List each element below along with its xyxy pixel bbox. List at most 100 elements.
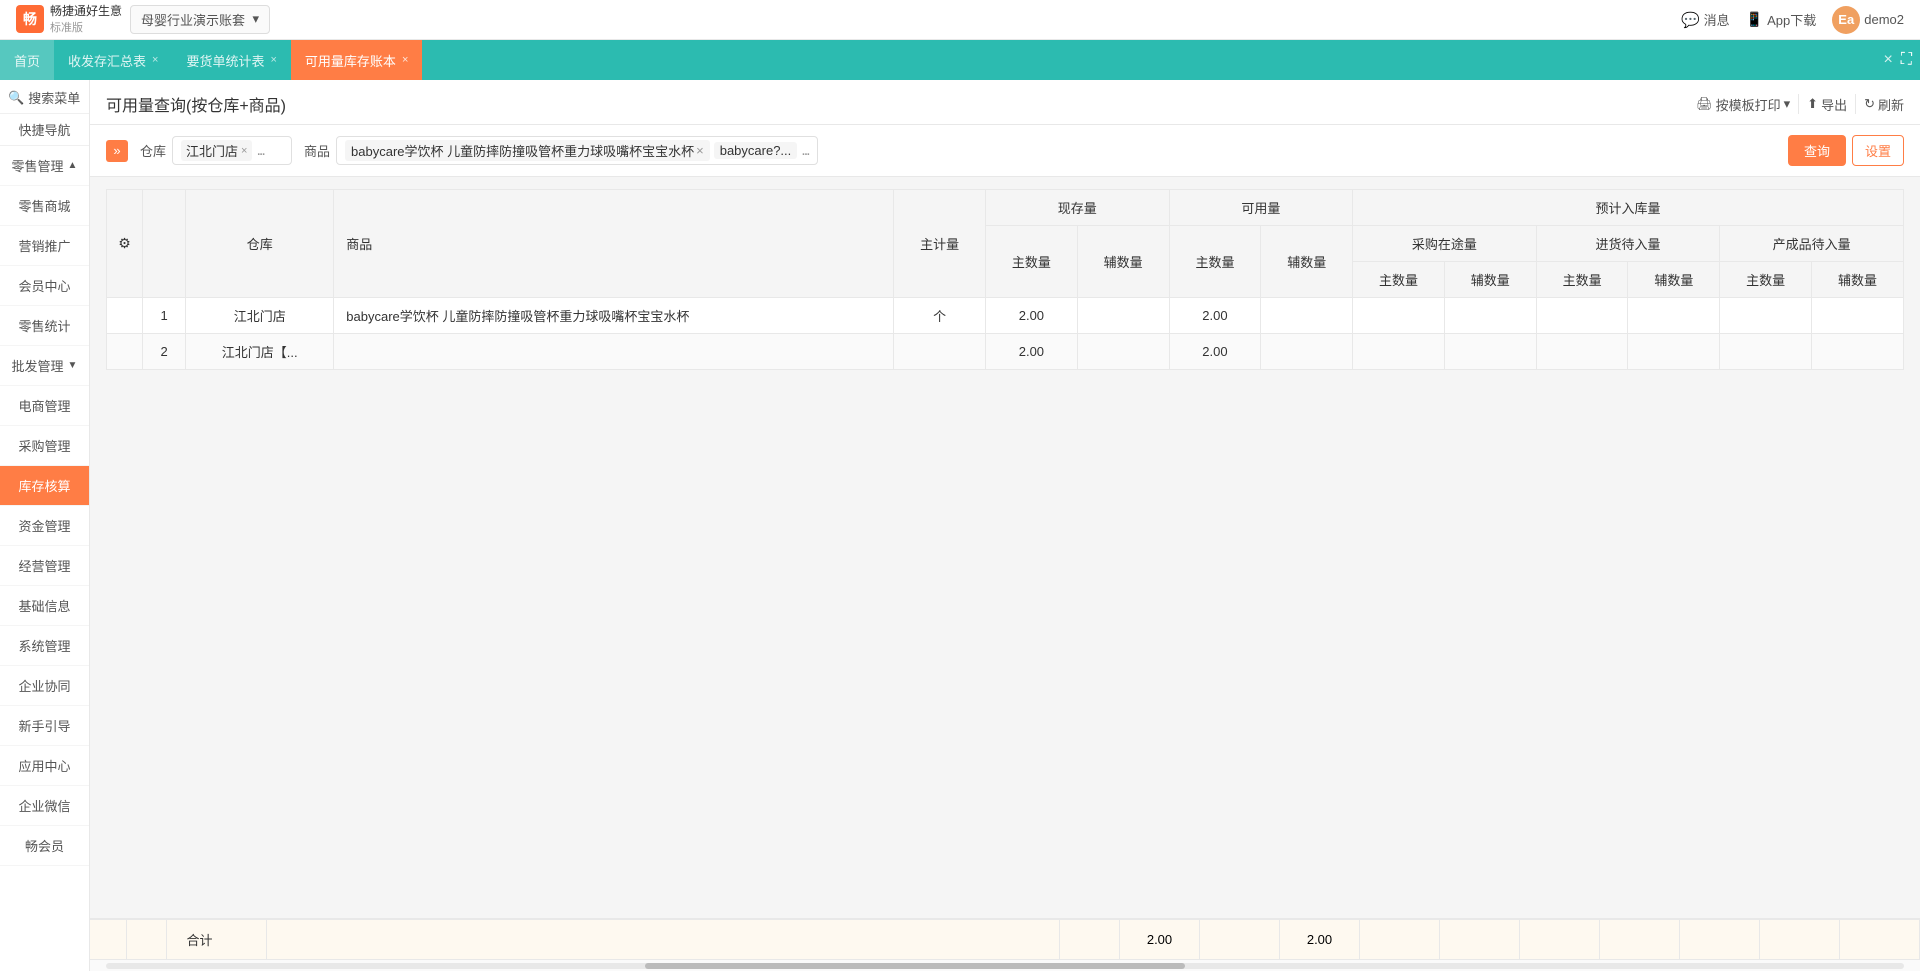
row1-prod-pending-main: [1720, 298, 1812, 334]
th-pur-transit-aux: 辅数量: [1444, 262, 1536, 298]
th-available-group: 可用量: [1169, 190, 1353, 226]
sidebar-ecommerce-label: 电商管理: [18, 396, 70, 415]
th-available-main: 主数量: [1169, 226, 1261, 298]
row2-settings: [107, 334, 143, 370]
filter-actions: 查询 设置: [1788, 135, 1904, 166]
message-icon: 💬: [1681, 11, 1700, 29]
tab-orders-close[interactable]: ×: [270, 54, 276, 66]
tab-receipts-close[interactable]: ×: [152, 54, 158, 66]
avatar: Ea: [1832, 6, 1860, 34]
content-area: 可用量查询(按仓库+商品) 🖨 按模板打印 ▾ ⬆ 导出 ↻ 刷新: [90, 80, 1920, 971]
sidebar-item-wechat[interactable]: 企业微信: [0, 786, 89, 826]
sidebar-item-retail-mall[interactable]: 零售商城: [0, 186, 89, 226]
row2-available-main: 2.00: [1169, 334, 1261, 370]
sidebar-item-app-center[interactable]: 应用中心: [0, 746, 89, 786]
scrollbar-thumb[interactable]: [645, 963, 1184, 969]
logo-sub: 标准版: [50, 19, 122, 35]
row1-warehouse: 江北门店: [186, 298, 334, 334]
export-label: 导出: [1821, 95, 1847, 114]
sidebar-item-wholesale[interactable]: 批发管理 ▼: [0, 346, 89, 386]
settings-btn[interactable]: 设置: [1852, 135, 1904, 166]
tab-inventory-label: 可用量库存账本: [305, 51, 396, 70]
th-num: [143, 190, 186, 298]
expand-icon: »: [113, 143, 120, 158]
row2-pur-transit-aux: [1444, 334, 1536, 370]
sidebar-item-basic-info[interactable]: 基础信息: [0, 586, 89, 626]
sidebar-item-inventory-check[interactable]: 库存核算: [0, 466, 89, 506]
tab-inventory-close[interactable]: ×: [402, 54, 408, 66]
industry-label: 母婴行业演示账套: [141, 10, 245, 29]
tab-home[interactable]: 首页: [0, 40, 54, 80]
gear-icon: [118, 236, 131, 251]
th-available-aux: 辅数量: [1261, 226, 1353, 298]
row1-current-aux: [1077, 298, 1169, 334]
sidebar-item-retail-mgmt[interactable]: 零售管理 ▲: [0, 146, 89, 186]
table-wrapper[interactable]: 仓库 商品 主计量 现存量 可用量 预计入库量 主数量 辅数量 主数量 辅数量 …: [90, 177, 1920, 918]
filter-area: » 仓库 江北门店 × ... 商品 babycare学饮杯 儿童防摔: [90, 125, 1920, 177]
product-tag-1-text: babycare学饮杯 儿童防摔防撞吸管杯重力球吸嘴杯宝宝水杯: [351, 141, 694, 160]
row2-warehouse: 江北门店【...: [186, 334, 334, 370]
message-btn[interactable]: 💬 消息: [1681, 10, 1730, 29]
tab-inventory[interactable]: 可用量库存账本 ×: [291, 40, 422, 80]
refresh-btn[interactable]: ↻ 刷新: [1864, 95, 1904, 114]
template-print-btn[interactable]: 🖨 按模板打印 ▾: [1696, 95, 1790, 114]
th-pur-transit-sub: 采购在途量: [1353, 226, 1537, 262]
row1-prod-pending-aux: [1812, 298, 1904, 334]
sidebar-item-enterprise[interactable]: 企业协同: [0, 666, 89, 706]
th-prod-pending-sub: 产成品待入量: [1720, 226, 1904, 262]
top-bar-right: 💬 消息 📱 App下载 Ea demo2: [1681, 6, 1904, 34]
user-profile[interactable]: Ea demo2: [1832, 6, 1904, 34]
sidebar-item-marketing[interactable]: 营销推广: [0, 226, 89, 266]
product-tag-1-close[interactable]: ×: [696, 143, 704, 158]
sidebar-marketing-label: 营销推广: [18, 236, 70, 255]
row2-prod-pending-main: [1720, 334, 1812, 370]
app-icon: 📱: [1746, 11, 1763, 28]
row2-unit: [894, 334, 986, 370]
warehouse-tag: 江北门店 ×: [181, 140, 252, 161]
sidebar-item-operations[interactable]: 经营管理: [0, 546, 89, 586]
export-btn[interactable]: ⬆ 导出: [1807, 95, 1847, 114]
maximize-btn[interactable]: ⛶: [1901, 51, 1912, 69]
sidebar-member-label: 会员中心: [18, 276, 70, 295]
filter-expand-btn[interactable]: »: [106, 140, 128, 162]
app-download-label: App下载: [1767, 10, 1816, 29]
row1-product: babycare学饮杯 儿童防摔防撞吸管杯重力球吸嘴杯宝宝水杯: [334, 298, 894, 334]
sidebar-item-finance[interactable]: 资金管理: [0, 506, 89, 546]
th-prod-pending-aux: 辅数量: [1812, 262, 1904, 298]
footer-current-main: 2.00: [1120, 920, 1200, 959]
query-btn[interactable]: 查询: [1788, 135, 1846, 166]
product-label: 商品: [304, 141, 330, 160]
sidebar-item-purchase[interactable]: 采购管理: [0, 426, 89, 466]
template-dropdown-icon: ▾: [1784, 96, 1791, 112]
table-row: 2 江北门店【... 2.00 2.00: [107, 334, 1904, 370]
sidebar-item-newbie[interactable]: 新手引导: [0, 706, 89, 746]
scrollbar-track[interactable]: [106, 963, 1904, 969]
product-more[interactable]: ...: [801, 142, 808, 160]
sidebar-quick-nav[interactable]: 快捷导航: [0, 114, 89, 146]
warehouse-more[interactable]: ...: [256, 142, 263, 160]
sidebar-item-member[interactable]: 会员中心: [0, 266, 89, 306]
sidebar-search[interactable]: 🔍 搜索菜单: [0, 80, 89, 114]
sidebar-system-label: 系统管理: [18, 636, 70, 655]
dropdown-icon: ▾: [252, 11, 259, 27]
warehouse-filter: 仓库 江北门店 × ...: [140, 136, 292, 165]
warehouse-tag-close[interactable]: ×: [241, 145, 247, 157]
sidebar-item-retail-stats[interactable]: 零售统计: [0, 306, 89, 346]
footer-empty-unit: [1060, 920, 1120, 959]
table-footer: 合计 2.00 2.00: [90, 918, 1920, 959]
industry-selector[interactable]: 母婴行业演示账套 ▾: [130, 5, 270, 34]
footer-empty-1: [90, 920, 126, 959]
th-settings[interactable]: [107, 190, 143, 298]
th-unit: 主计量: [894, 190, 986, 298]
product-input[interactable]: babycare学饮杯 儿童防摔防撞吸管杯重力球吸嘴杯宝宝水杯 × babyca…: [336, 136, 818, 165]
sidebar-item-ecommerce[interactable]: 电商管理: [0, 386, 89, 426]
tab-orders-label: 要货单统计表: [186, 51, 264, 70]
app-download-btn[interactable]: 📱 App下载: [1746, 10, 1817, 29]
tab-orders[interactable]: 要货单统计表 ×: [172, 40, 290, 80]
close-all-tabs[interactable]: ×: [1883, 51, 1892, 69]
sidebar-item-system[interactable]: 系统管理: [0, 626, 89, 666]
tab-receipts[interactable]: 收发存汇总表 ×: [54, 40, 172, 80]
divider-1: [1798, 94, 1799, 114]
sidebar-item-members[interactable]: 畅会员: [0, 826, 89, 866]
warehouse-input[interactable]: 江北门店 × ...: [172, 136, 292, 165]
